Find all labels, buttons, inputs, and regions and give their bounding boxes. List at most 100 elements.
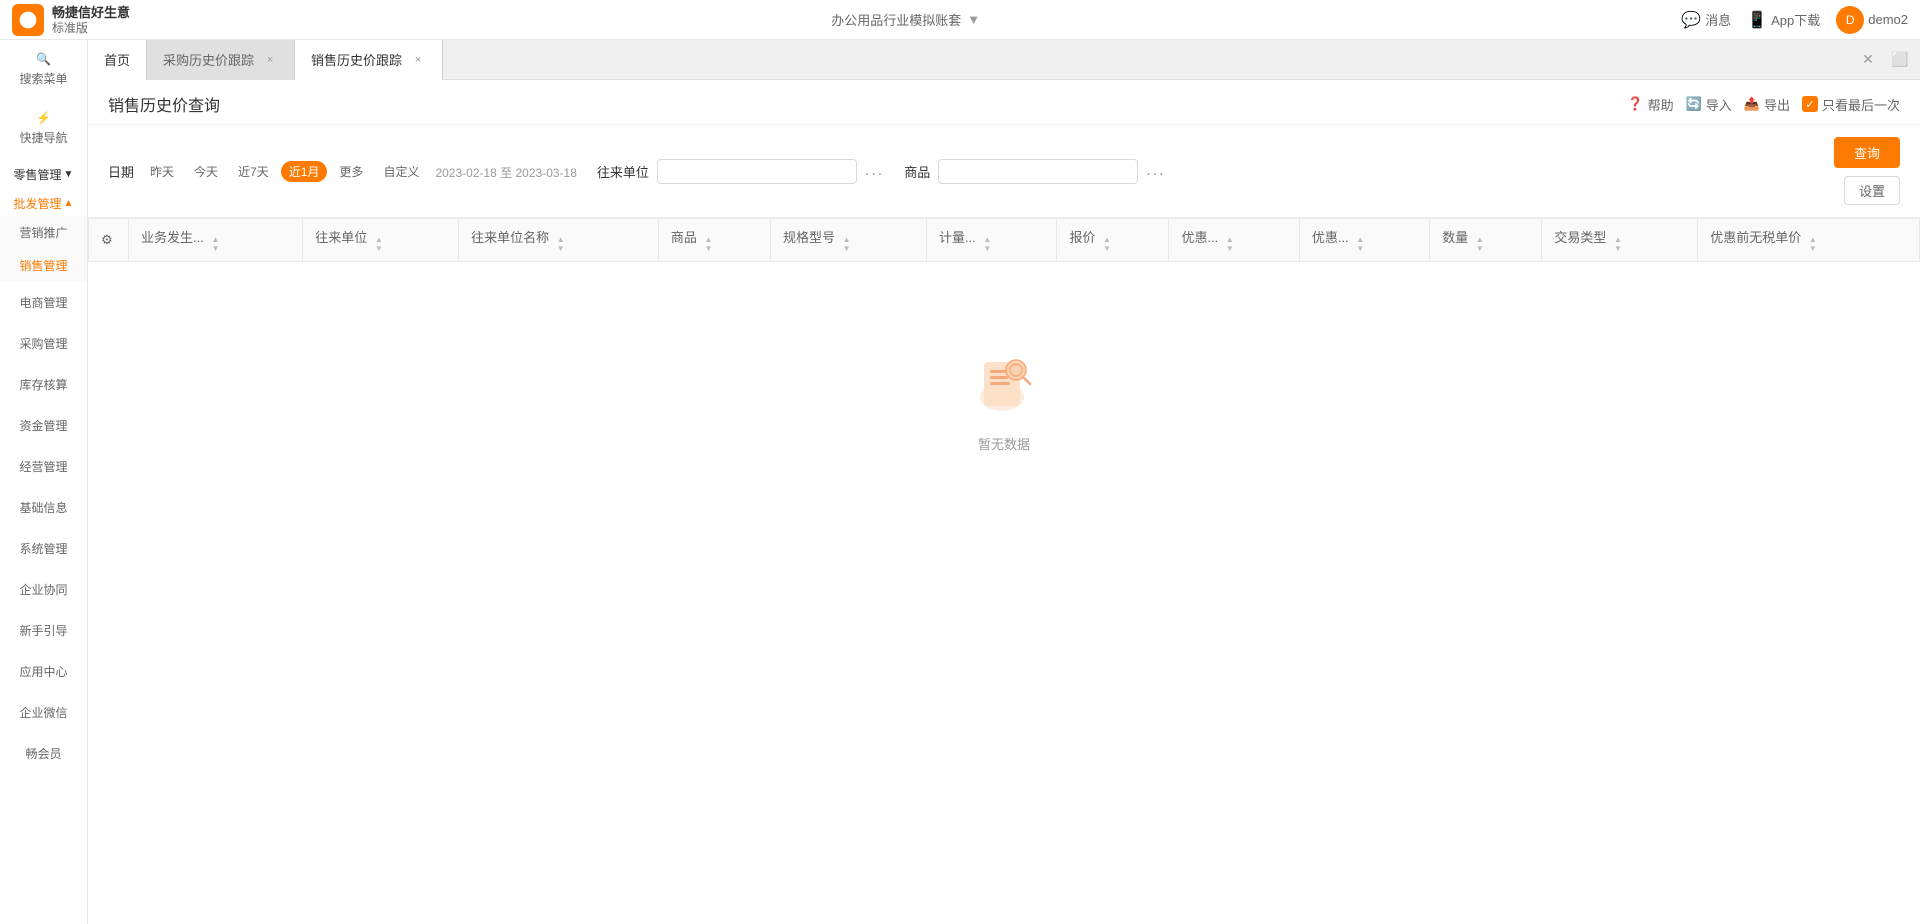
message-icon: 💬 <box>1681 10 1701 30</box>
th-quantity[interactable]: 数量 ▲▼ <box>1430 219 1542 262</box>
th-settings[interactable]: ⚙ <box>89 219 129 262</box>
avatar: D <box>1836 6 1864 34</box>
product-filter-group: 商品 ... <box>904 159 1165 184</box>
counterpart-dots[interactable]: ... <box>865 162 884 180</box>
query-button[interactable]: 查询 <box>1834 137 1900 168</box>
sidebar-item-marketing[interactable]: 营销推广 <box>0 216 87 249</box>
sidebar-item-wholesale[interactable]: 批发管理 ▲ <box>0 187 87 216</box>
th-discount1[interactable]: 优惠... ▲▼ <box>1169 219 1299 262</box>
settings-button[interactable]: 设置 <box>1844 176 1900 205</box>
sidebar-item-search[interactable]: 🔍 搜索菜单 <box>0 40 87 99</box>
quicknav-icon: ⚡ <box>36 111 51 125</box>
tab-bar: 首页 采购历史价跟踪 × 销售历史价跟踪 × ✕ ⬜ <box>88 40 1920 80</box>
sidebar-item-system[interactable]: 系统管理 <box>0 528 87 569</box>
product-input[interactable] <box>938 159 1138 184</box>
sidebar-label-retail: 零售管理 <box>14 166 62 183</box>
tab-home-label: 首页 <box>104 50 130 69</box>
import-action[interactable]: 🔄 导入 <box>1686 95 1732 114</box>
sidebar-label-purchase: 采购管理 <box>19 335 67 352</box>
app-download-nav[interactable]: 📱 App下载 <box>1747 10 1820 30</box>
sidebar-item-sales[interactable]: 销售管理 <box>0 249 87 282</box>
th-trade-type-label: 交易类型 <box>1554 230 1606 245</box>
tab-bar-actions: ✕ ⬜ <box>1856 48 1920 72</box>
th-discount2[interactable]: 优惠... ▲▼ <box>1299 219 1429 262</box>
export-action[interactable]: 📤 导出 <box>1744 95 1790 114</box>
page-content: 销售历史价查询 ❓ 帮助 🔄 导入 📤 导出 ✓ <box>88 80 1920 924</box>
pill-custom[interactable]: 自定义 <box>375 161 427 182</box>
sidebar-item-wechat[interactable]: 企业微信 <box>0 692 87 733</box>
product-dots[interactable]: ... <box>1146 162 1165 180</box>
th-product[interactable]: 商品 ▲▼ <box>658 219 770 262</box>
sidebar-label-finance: 资金管理 <box>19 417 67 434</box>
sidebar-item-basic[interactable]: 基础信息 <box>0 487 87 528</box>
tab-purchase-close[interactable]: × <box>262 52 278 68</box>
brand-subtitle: 标准版 <box>52 21 130 37</box>
topbar-center: 办公用品行业模拟账套 ▼ <box>831 10 980 29</box>
th-spec[interactable]: 规格型号 ▲▼ <box>771 219 927 262</box>
th-counterpart-name[interactable]: 往来单位名称 ▲▼ <box>459 219 659 262</box>
th-product-label: 商品 <box>671 230 697 245</box>
search-icon: 🔍 <box>36 52 51 66</box>
sidebar-item-enterprise[interactable]: 企业协同 <box>0 569 87 610</box>
th-counterpart-name-label: 往来单位名称 <box>471 230 549 245</box>
settings-gear-icon[interactable]: ⚙ <box>101 232 113 247</box>
only-last-checkbox[interactable]: ✓ 只看最后一次 <box>1802 95 1900 114</box>
th-quote-label: 报价 <box>1069 230 1095 245</box>
sidebar-item-finance[interactable]: 资金管理 <box>0 405 87 446</box>
sidebar-label-quicknav: 快捷导航 <box>19 129 67 146</box>
sidebar-label-guide: 新手引导 <box>19 622 67 639</box>
tab-home[interactable]: 首页 <box>88 40 147 80</box>
sidebar-item-appstore[interactable]: 应用中心 <box>0 651 87 692</box>
app-icon: 📱 <box>1747 10 1767 30</box>
pill-last1m[interactable]: 近1月 <box>281 161 328 182</box>
help-action[interactable]: ❓ 帮助 <box>1627 95 1673 114</box>
sidebar-label-member: 畅会员 <box>25 745 61 762</box>
sort-arrows-counterpart-name: ▲▼ <box>557 236 565 253</box>
sort-arrows-pretax-price: ▲▼ <box>1809 236 1817 253</box>
sidebar-label-search: 搜索菜单 <box>19 70 67 87</box>
sidebar-label-inventory: 库存核算 <box>19 376 67 393</box>
pill-today[interactable]: 今天 <box>186 161 226 182</box>
sidebar-item-ecommerce[interactable]: 电商管理 <box>0 282 87 323</box>
sidebar: 🔍 搜索菜单 ⚡ 快捷导航 零售管理 ▼ 批发管理 ▲ 营销推广 销售管理 电商… <box>0 40 88 924</box>
tab-sales-history[interactable]: 销售历史价跟踪 × <box>295 40 443 80</box>
pill-yesterday[interactable]: 昨天 <box>142 161 182 182</box>
tab-close-window[interactable]: ✕ <box>1856 48 1880 72</box>
th-pretax-price[interactable]: 优惠前无税单价 ▲▼ <box>1698 219 1920 262</box>
tab-purchase-history[interactable]: 采购历史价跟踪 × <box>147 40 295 80</box>
th-trade-type[interactable]: 交易类型 ▲▼ <box>1542 219 1698 262</box>
sort-arrows-counterpart: ▲▼ <box>375 236 383 253</box>
pill-last7[interactable]: 近7天 <box>230 161 277 182</box>
counterpart-input[interactable] <box>657 159 857 184</box>
topbar-left: 畅捷信好生意 标准版 <box>12 2 130 37</box>
sidebar-label-enterprise: 企业协同 <box>19 581 67 598</box>
sidebar-item-guide[interactable]: 新手引导 <box>0 610 87 651</box>
app-label: App下载 <box>1771 10 1820 29</box>
sidebar-item-member[interactable]: 畅会员 <box>0 733 87 774</box>
message-nav[interactable]: 💬 消息 <box>1681 10 1731 30</box>
import-label: 导入 <box>1706 95 1732 114</box>
checkbox-icon: ✓ <box>1802 96 1818 112</box>
th-biz-date-label: 业务发生... <box>141 230 204 245</box>
topbar-right: 💬 消息 📱 App下载 D demo2 <box>1681 6 1908 34</box>
sort-arrows-product: ▲▼ <box>705 236 713 253</box>
th-quote[interactable]: 报价 ▲▼ <box>1057 219 1169 262</box>
sort-arrows-discount1: ▲▼ <box>1226 236 1234 253</box>
tab-maximize-window[interactable]: ⬜ <box>1888 48 1912 72</box>
filter-right: 查询 设置 <box>1834 137 1900 205</box>
th-unit[interactable]: 计量... ▲▼ <box>926 219 1056 262</box>
page-header: 销售历史价查询 ❓ 帮助 🔄 导入 📤 导出 ✓ <box>88 80 1920 125</box>
sidebar-item-retail[interactable]: 零售管理 ▼ <box>0 158 87 187</box>
sidebar-item-operations[interactable]: 经营管理 <box>0 446 87 487</box>
industry-dropdown-icon[interactable]: ▼ <box>967 12 980 27</box>
sidebar-item-inventory[interactable]: 库存核算 <box>0 364 87 405</box>
counterpart-filter-group: 往来单位 ... <box>597 159 884 184</box>
sidebar-item-purchase[interactable]: 采购管理 <box>0 323 87 364</box>
tab-sales-close[interactable]: × <box>410 52 426 68</box>
date-label: 日期 <box>108 162 134 181</box>
th-counterpart-code[interactable]: 往来单位 ▲▼ <box>303 219 459 262</box>
sidebar-item-quicknav[interactable]: ⚡ 快捷导航 <box>0 99 87 158</box>
pill-more[interactable]: 更多 <box>331 161 371 182</box>
th-biz-date[interactable]: 业务发生... ▲▼ <box>129 219 303 262</box>
user-nav[interactable]: D demo2 <box>1836 6 1908 34</box>
